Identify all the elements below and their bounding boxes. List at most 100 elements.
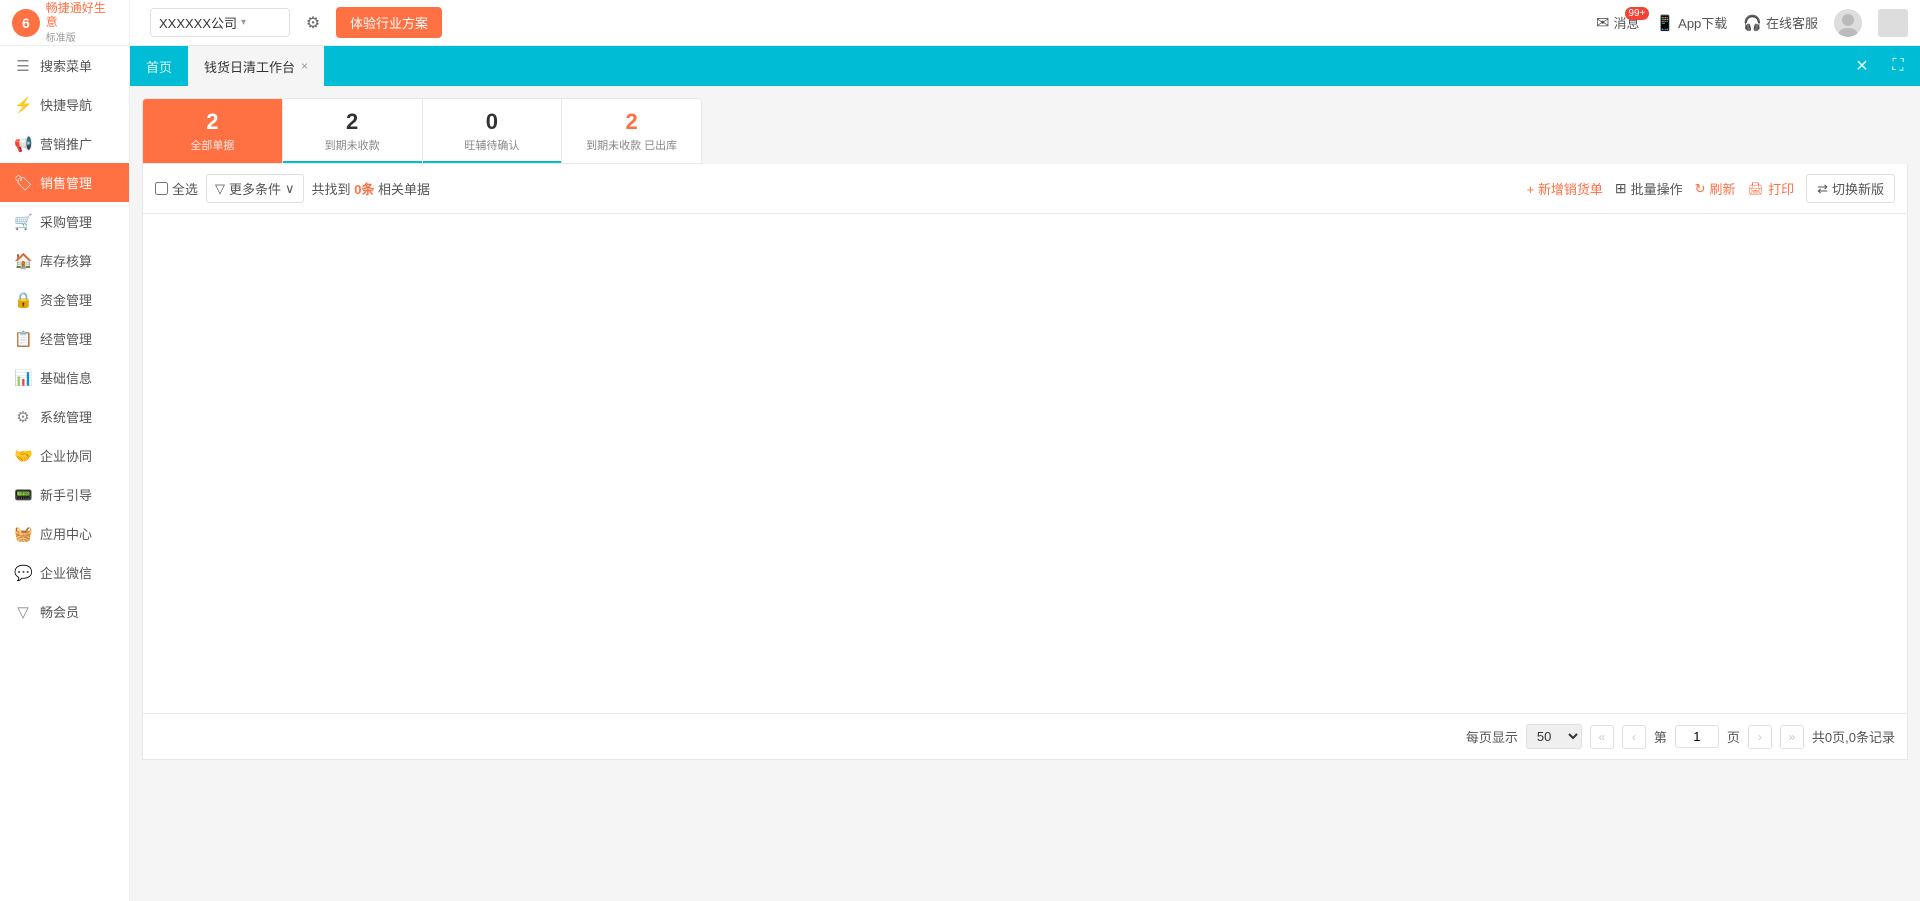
stat-tab-overdue[interactable]: 2 到期未收款 bbox=[283, 99, 423, 163]
tab-close-icon[interactable]: × bbox=[301, 59, 308, 73]
refresh-label: 刷新 bbox=[1710, 179, 1736, 198]
experience-btn[interactable]: 体验行业方案 bbox=[336, 7, 442, 38]
sidebar-item-purchase[interactable]: 🛒采购管理 bbox=[0, 202, 129, 241]
messages-btn[interactable]: ✉ 消息 99+ bbox=[1596, 13, 1639, 33]
page-input[interactable] bbox=[1675, 725, 1719, 748]
stat-num-overdue: 2 bbox=[291, 109, 414, 135]
tab-workbench[interactable]: 钱货日清工作台 × bbox=[188, 46, 324, 86]
stat-label-overdue: 到期未收款 bbox=[291, 137, 414, 153]
sidebar-item-marketing[interactable]: 📢 营销推广 bbox=[0, 124, 129, 163]
nav-label-sales: 销售管理 bbox=[40, 173, 92, 192]
nav-label-purchase: 采购管理 bbox=[40, 212, 92, 231]
prev-page-btn[interactable]: ‹ bbox=[1622, 725, 1646, 749]
more-conditions-label: 更多条件 bbox=[229, 179, 281, 198]
switch-label: 切换新版 bbox=[1832, 179, 1884, 198]
stat-tab-pending[interactable]: 0 旺辅待确认 bbox=[423, 99, 563, 163]
nav-icon-app-center: 🧺 bbox=[14, 525, 32, 543]
nav-icon-marketing: 📢 bbox=[14, 135, 32, 153]
sidebar-item-enterprise[interactable]: 🤝企业协同 bbox=[0, 436, 129, 475]
batch-operation-btn[interactable]: ⊞ 批量操作 bbox=[1615, 179, 1683, 198]
select-all-checkbox[interactable] bbox=[155, 182, 168, 195]
more-conditions-btn[interactable]: ▽ 更多条件 ∨ bbox=[206, 174, 304, 203]
per-page-label: 每页显示 bbox=[1466, 727, 1518, 746]
stat-num-pending: 0 bbox=[431, 109, 554, 135]
select-all-label[interactable]: 全选 bbox=[155, 179, 198, 198]
found-prefix: 共找到 bbox=[312, 182, 351, 197]
tab-bar: 首页 钱货日清工作台 × ✕ ⛶ bbox=[130, 46, 1920, 86]
sidebar-item-basic[interactable]: 📊基础信息 bbox=[0, 358, 129, 397]
avatar[interactable] bbox=[1834, 9, 1862, 37]
settings-button[interactable]: ⚙ bbox=[298, 8, 328, 38]
nav-label-enterprise: 企业协同 bbox=[40, 446, 92, 465]
filter-icon: ▽ bbox=[215, 181, 225, 197]
sidebar-logo: 6 畅捷通好生意 标准版 bbox=[0, 0, 129, 46]
switch-version-btn[interactable]: ⇄ 切换新版 bbox=[1806, 174, 1895, 203]
last-page-btn[interactable]: » bbox=[1780, 725, 1804, 749]
stat-label-overdue-out: 到期未收款 已出库 bbox=[570, 137, 693, 153]
batch-label: 批量操作 bbox=[1631, 179, 1683, 198]
app-version: 标准版 bbox=[46, 29, 117, 44]
tab-home[interactable]: 首页 bbox=[130, 46, 188, 86]
sidebar-item-search-menu[interactable]: ☰ 搜索菜单 bbox=[0, 46, 129, 85]
next-page-btn[interactable]: › bbox=[1748, 725, 1772, 749]
app-download-btn[interactable]: 📱 App下载 bbox=[1655, 13, 1727, 32]
nav-label-basic: 基础信息 bbox=[40, 368, 92, 387]
print-icon: 🖨 bbox=[1748, 181, 1765, 197]
nav-label-member: 畅会员 bbox=[40, 602, 79, 621]
tab-close-window-icon[interactable]: ✕ bbox=[1848, 52, 1876, 80]
nav-label-newbie: 新手引导 bbox=[40, 485, 92, 504]
stat-tab-overdue-out[interactable]: 2 到期未收款 已出库 bbox=[562, 99, 701, 163]
pagination-bar: 每页显示 50 100 200 « ‹ 第 页 › » 共0页,0条记录 bbox=[142, 714, 1908, 760]
page-label: 第 bbox=[1654, 727, 1667, 746]
per-page-select[interactable]: 50 100 200 bbox=[1526, 724, 1582, 749]
nav-label-inventory: 库存核算 bbox=[40, 251, 92, 270]
toolbar: 全选 ▽ 更多条件 ∨ 共找到 0条 相关单据 + 新增销货单 ⊞ 批量操作 ↻ bbox=[142, 164, 1908, 214]
stat-label-pending: 旺辅待确认 bbox=[431, 137, 554, 153]
found-suffix: 相关单据 bbox=[378, 182, 430, 197]
nav-label-search-menu: 搜索菜单 bbox=[40, 56, 92, 75]
sidebar-item-inventory[interactable]: 🏠 库存核算 bbox=[0, 241, 129, 280]
online-service-btn[interactable]: 🎧 在线客服 bbox=[1743, 13, 1818, 32]
sidebar-item-newbie[interactable]: 📟新手引导 bbox=[0, 475, 129, 514]
add-sales-order-label: + 新增销货单 bbox=[1527, 179, 1603, 198]
message-icon: ✉ bbox=[1596, 13, 1609, 33]
nav-icon-inventory: 🏠 bbox=[14, 252, 32, 270]
total-info: 共0页,0条记录 bbox=[1812, 727, 1895, 746]
add-sales-order-btn[interactable]: + 新增销货单 bbox=[1527, 179, 1603, 198]
app-download-label: App下载 bbox=[1678, 13, 1727, 32]
nav-icon-search-menu: ☰ bbox=[14, 57, 32, 75]
first-page-btn[interactable]: « bbox=[1590, 725, 1614, 749]
company-selector[interactable]: XXXXXX公司 ▾ bbox=[150, 8, 290, 37]
refresh-btn[interactable]: ↻ 刷新 bbox=[1695, 179, 1736, 198]
phone-icon: 📱 bbox=[1655, 14, 1674, 32]
online-service-label: 在线客服 bbox=[1766, 13, 1818, 32]
stat-tab-all[interactable]: 2 全部单据 bbox=[143, 99, 283, 163]
tab-bar-right: ✕ ⛶ bbox=[1848, 52, 1920, 80]
logo-icon: 6 bbox=[12, 9, 40, 37]
print-label: 打印 bbox=[1768, 179, 1794, 198]
stat-num-overdue-out: 2 bbox=[570, 109, 693, 135]
sidebar: 6 畅捷通好生意 标准版 ☰ 搜索菜单 ⚡快捷导航 📢 营销推广 🏷 销售管理 🛒采购管理 🏠 库… bbox=[0, 0, 130, 901]
main-content: 2 全部单据 2 到期未收款 0 旺辅待确认 2 到期未收款 已出库 全选 ▽ … bbox=[130, 86, 1920, 901]
service-icon: 🎧 bbox=[1743, 14, 1762, 32]
print-btn[interactable]: 🖨 打印 bbox=[1748, 179, 1795, 198]
top-header: XXXXXX公司 ▾ ⚙ 体验行业方案 ✉ 消息 99+ 📱 App下载 🎧 在… bbox=[0, 0, 1920, 46]
nav-icon-wechat: 💬 bbox=[14, 564, 32, 582]
sidebar-item-finance[interactable]: 🔒资金管理 bbox=[0, 280, 129, 319]
toolbar-right: + 新增销货单 ⊞ 批量操作 ↻ 刷新 🖨 打印 ⇄ 切换新版 bbox=[1527, 174, 1895, 203]
switch-icon: ⇄ bbox=[1817, 181, 1828, 197]
page-suffix: 页 bbox=[1727, 727, 1740, 746]
nav-label-marketing: 营销推广 bbox=[40, 134, 92, 153]
sidebar-item-quick-nav[interactable]: ⚡快捷导航 bbox=[0, 85, 129, 124]
sidebar-item-app-center[interactable]: 🧺应用中心 bbox=[0, 514, 129, 553]
sidebar-item-system[interactable]: ⚙系统管理 bbox=[0, 397, 129, 436]
sidebar-item-sales[interactable]: 🏷 销售管理 bbox=[0, 163, 129, 202]
nav-icon-sales: 🏷 bbox=[14, 174, 32, 192]
sidebar-item-wechat[interactable]: 💬企业微信 bbox=[0, 553, 129, 592]
sidebar-item-operation[interactable]: 📋经营管理 bbox=[0, 319, 129, 358]
username bbox=[1878, 9, 1908, 37]
nav-label-finance: 资金管理 bbox=[40, 290, 92, 309]
sidebar-item-member[interactable]: ▽畅会员 bbox=[0, 592, 129, 631]
select-all-text: 全选 bbox=[172, 179, 198, 198]
tab-maximize-icon[interactable]: ⛶ bbox=[1884, 52, 1912, 80]
